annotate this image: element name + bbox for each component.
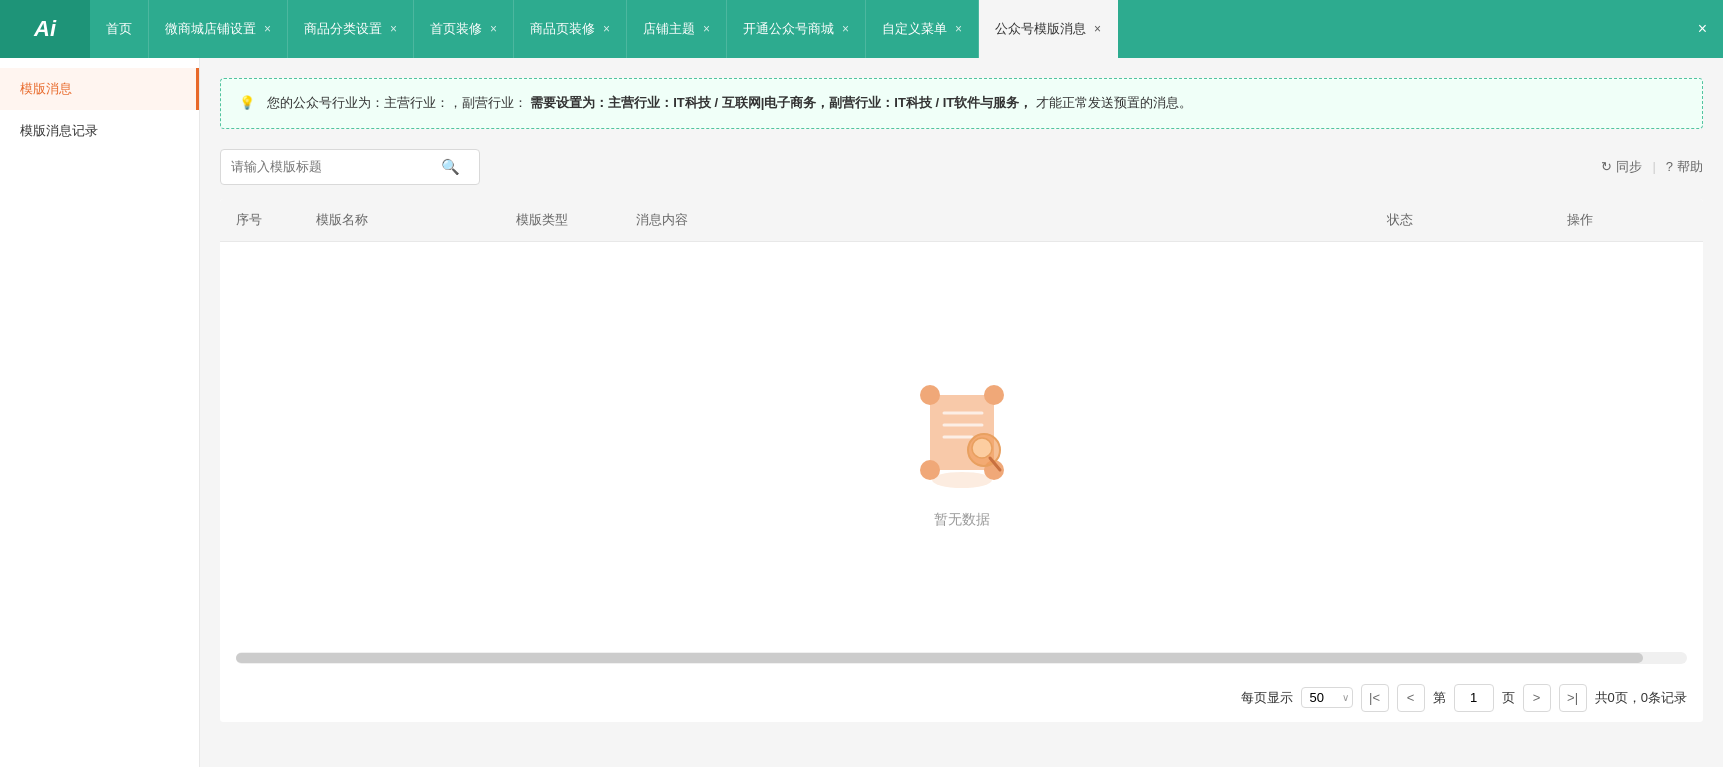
nav-tab-close-icon[interactable]: × — [603, 22, 610, 36]
svg-point-2 — [920, 385, 940, 405]
page-di-label: 第 — [1433, 689, 1446, 707]
search-input[interactable] — [231, 159, 441, 174]
nav-tab-label: 开通公众号商城 — [743, 20, 834, 38]
toolbar-right: ↻ 同步 | ? 帮助 — [1601, 158, 1703, 176]
sidebar: 模版消息模版消息记录 — [0, 58, 200, 767]
svg-point-3 — [984, 385, 1004, 405]
nav-tab-close-icon[interactable]: × — [955, 22, 962, 36]
toolbar-divider: | — [1652, 159, 1655, 174]
scrollbar-thumb — [236, 653, 1643, 663]
svg-point-10 — [972, 438, 992, 458]
nav-tab-label: 店铺主题 — [643, 20, 695, 38]
notice-box: 💡 您的公众号行业为：主营行业：，副营行业： 需要设置为：主营行业：IT科技 /… — [220, 78, 1703, 129]
first-page-button[interactable]: |< — [1361, 684, 1389, 712]
table-header-cell-模版类型: 模版类型 — [516, 211, 636, 229]
table-header-cell-模版名称: 模版名称 — [316, 211, 516, 229]
nav-tab-label: 商品页装修 — [530, 20, 595, 38]
table-header-cell-状态: 状态 — [1387, 211, 1567, 229]
last-page-button[interactable]: >| — [1559, 684, 1587, 712]
table-header-cell-操作: 操作 — [1567, 211, 1687, 229]
total-label: 共0页，0条记录 — [1595, 689, 1687, 707]
sync-button[interactable]: ↻ 同步 — [1601, 158, 1642, 176]
svg-point-0 — [932, 472, 992, 488]
table-header: 序号模版名称模版类型消息内容状态操作 — [220, 199, 1703, 242]
nav-tab-公众号模版消息[interactable]: 公众号模版消息 × — [979, 0, 1118, 58]
close-all-button[interactable]: × — [1682, 0, 1723, 58]
notice-text-before: 您的公众号行业为：主营行业：，副营行业： — [267, 95, 527, 110]
sidebar-item-模版消息记录[interactable]: 模版消息记录 — [0, 110, 199, 152]
nav-tab-close-icon[interactable]: × — [703, 22, 710, 36]
nav-tab-自定义菜单[interactable]: 自定义菜单 × — [866, 0, 979, 58]
prev-page-button[interactable]: < — [1397, 684, 1425, 712]
page-size-label: 每页显示 — [1241, 689, 1293, 707]
nav-tab-商品分类设置[interactable]: 商品分类设置 × — [288, 0, 414, 58]
table-header-cell-序号: 序号 — [236, 211, 316, 229]
nav-tab-首页[interactable]: 首页 — [90, 0, 149, 58]
page-size-select[interactable]: 50 10 20 100 — [1301, 687, 1353, 708]
search-bar: 🔍 ↻ 同步 | ? 帮助 — [220, 149, 1703, 185]
nav-tab-label: 微商城店铺设置 — [165, 20, 256, 38]
pagination: 每页显示 50 10 20 100 |< < 第 页 > >| 共0页，0条记录 — [220, 674, 1703, 722]
sidebar-item-模版消息[interactable]: 模版消息 — [0, 68, 199, 110]
notice-text-after: 才能正常发送预置的消息。 — [1036, 95, 1192, 110]
nav-tab-商品页装修[interactable]: 商品页装修 × — [514, 0, 627, 58]
help-button[interactable]: ? 帮助 — [1666, 158, 1703, 176]
nav-tab-label: 首页 — [106, 20, 132, 38]
svg-point-4 — [920, 460, 940, 480]
logo: Ai — [0, 0, 90, 58]
top-nav: Ai 首页微商城店铺设置×商品分类设置×首页装修×商品页装修×店铺主题×开通公众… — [0, 0, 1723, 58]
nav-tab-close-icon[interactable]: × — [490, 22, 497, 36]
data-table: 序号模版名称模版类型消息内容状态操作 — [220, 199, 1703, 722]
nav-tab-开通公众号商城[interactable]: 开通公众号商城 × — [727, 0, 866, 58]
nav-tabs: 首页微商城店铺设置×商品分类设置×首页装修×商品页装修×店铺主题×开通公众号商城… — [90, 0, 1682, 58]
table-body: 暂无数据 — [220, 242, 1703, 642]
nav-tab-首页装修[interactable]: 首页装修 × — [414, 0, 514, 58]
scrollbar-area[interactable] — [236, 652, 1687, 664]
page-ye-label: 页 — [1502, 689, 1515, 707]
nav-tab-label: 首页装修 — [430, 20, 482, 38]
nav-tab-微商城店铺设置[interactable]: 微商城店铺设置 × — [149, 0, 288, 58]
search-icon[interactable]: 🔍 — [441, 158, 460, 176]
sync-icon: ↻ — [1601, 159, 1612, 174]
nav-tab-close-icon[interactable]: × — [390, 22, 397, 36]
notice-icon: 💡 — [239, 95, 255, 110]
nav-tab-close-icon[interactable]: × — [1094, 22, 1101, 36]
table-header-cell-消息内容: 消息内容 — [636, 211, 1387, 229]
nav-tab-close-icon[interactable]: × — [842, 22, 849, 36]
nav-tab-店铺主题[interactable]: 店铺主题 × — [627, 0, 727, 58]
empty-illustration — [902, 375, 1022, 495]
notice-highlight: 需要设置为：主营行业：IT科技 / 互联网|电子商务，副营行业：IT科技 / I… — [530, 95, 1032, 110]
main-layout: 模版消息模版消息记录 💡 您的公众号行业为：主营行业：，副营行业： 需要设置为：… — [0, 58, 1723, 767]
nav-tab-label: 公众号模版消息 — [995, 20, 1086, 38]
nav-tab-label: 商品分类设置 — [304, 20, 382, 38]
nav-tab-label: 自定义菜单 — [882, 20, 947, 38]
empty-text: 暂无数据 — [934, 511, 990, 529]
search-input-wrap: 🔍 — [220, 149, 480, 185]
nav-tab-close-icon[interactable]: × — [264, 22, 271, 36]
page-input[interactable] — [1454, 684, 1494, 712]
page-size-wrap: 50 10 20 100 — [1301, 687, 1353, 708]
next-page-button[interactable]: > — [1523, 684, 1551, 712]
help-icon: ? — [1666, 159, 1673, 174]
content-area: 💡 您的公众号行业为：主营行业：，副营行业： 需要设置为：主营行业：IT科技 /… — [200, 58, 1723, 767]
